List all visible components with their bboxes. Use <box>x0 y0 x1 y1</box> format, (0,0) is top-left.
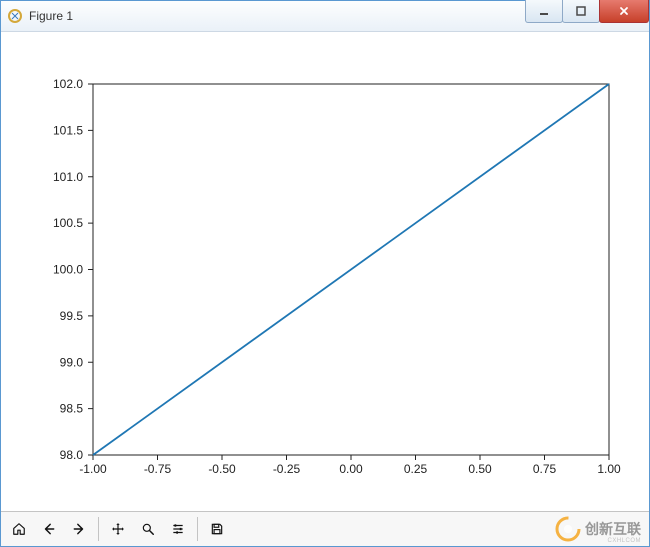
app-icon <box>7 8 23 24</box>
watermark-subtext: CXHLCOM <box>607 538 641 544</box>
pan-button[interactable] <box>104 515 132 543</box>
svg-text:0.00: 0.00 <box>339 462 363 476</box>
close-button[interactable] <box>599 0 649 23</box>
home-icon <box>12 519 26 539</box>
svg-text:1.00: 1.00 <box>597 462 621 476</box>
svg-text:-0.50: -0.50 <box>208 462 236 476</box>
move-icon <box>111 519 125 539</box>
maximize-button[interactable] <box>562 0 600 23</box>
sliders-icon <box>171 519 185 539</box>
titlebar[interactable]: Figure 1 <box>1 1 649 32</box>
watermark-text: 创新互联 <box>585 519 641 539</box>
svg-text:99.0: 99.0 <box>60 355 84 369</box>
watermark: 创新互联 CXHLCOM <box>555 516 641 542</box>
arrow-right-icon <box>72 519 86 539</box>
window-title: Figure 1 <box>29 9 73 23</box>
watermark-icon <box>555 516 581 542</box>
svg-text:101.5: 101.5 <box>53 123 83 137</box>
chart-canvas: -1.00 -0.75 -0.50 -0.25 0.00 0.25 0.50 0.75 1.00… <box>1 32 649 513</box>
back-button[interactable] <box>35 515 63 543</box>
home-button[interactable] <box>5 515 33 543</box>
svg-text:100.0: 100.0 <box>53 263 83 277</box>
svg-text:-0.75: -0.75 <box>144 462 172 476</box>
svg-text:98.0: 98.0 <box>60 448 84 462</box>
svg-text:-0.25: -0.25 <box>273 462 301 476</box>
svg-text:0.75: 0.75 <box>533 462 557 476</box>
save-button[interactable] <box>203 515 231 543</box>
svg-text:101.0: 101.0 <box>53 170 83 184</box>
svg-text:98.5: 98.5 <box>60 402 84 416</box>
plot-area[interactable]: -1.00 -0.75 -0.50 -0.25 0.00 0.25 0.50 0.75 1.00… <box>1 32 649 511</box>
svg-text:99.5: 99.5 <box>60 309 84 323</box>
zoom-button[interactable] <box>134 515 162 543</box>
forward-button[interactable] <box>65 515 93 543</box>
svg-text:0.25: 0.25 <box>404 462 428 476</box>
toolbar-separator <box>98 517 99 541</box>
figure-window: Figure 1 -1.00 -0.75 -0.50 -0.25 0.00 0.25 0.5… <box>0 0 650 547</box>
save-icon <box>210 519 224 539</box>
zoom-icon <box>141 519 155 539</box>
svg-text:-1.00: -1.00 <box>79 462 107 476</box>
configure-button[interactable] <box>164 515 192 543</box>
window-buttons <box>526 1 649 31</box>
nav-toolbar: 创新互联 CXHLCOM <box>1 511 649 546</box>
svg-text:100.5: 100.5 <box>53 216 83 230</box>
minimize-button[interactable] <box>525 0 563 23</box>
svg-text:0.50: 0.50 <box>468 462 492 476</box>
arrow-left-icon <box>42 519 56 539</box>
svg-text:102.0: 102.0 <box>53 77 83 91</box>
toolbar-separator <box>197 517 198 541</box>
